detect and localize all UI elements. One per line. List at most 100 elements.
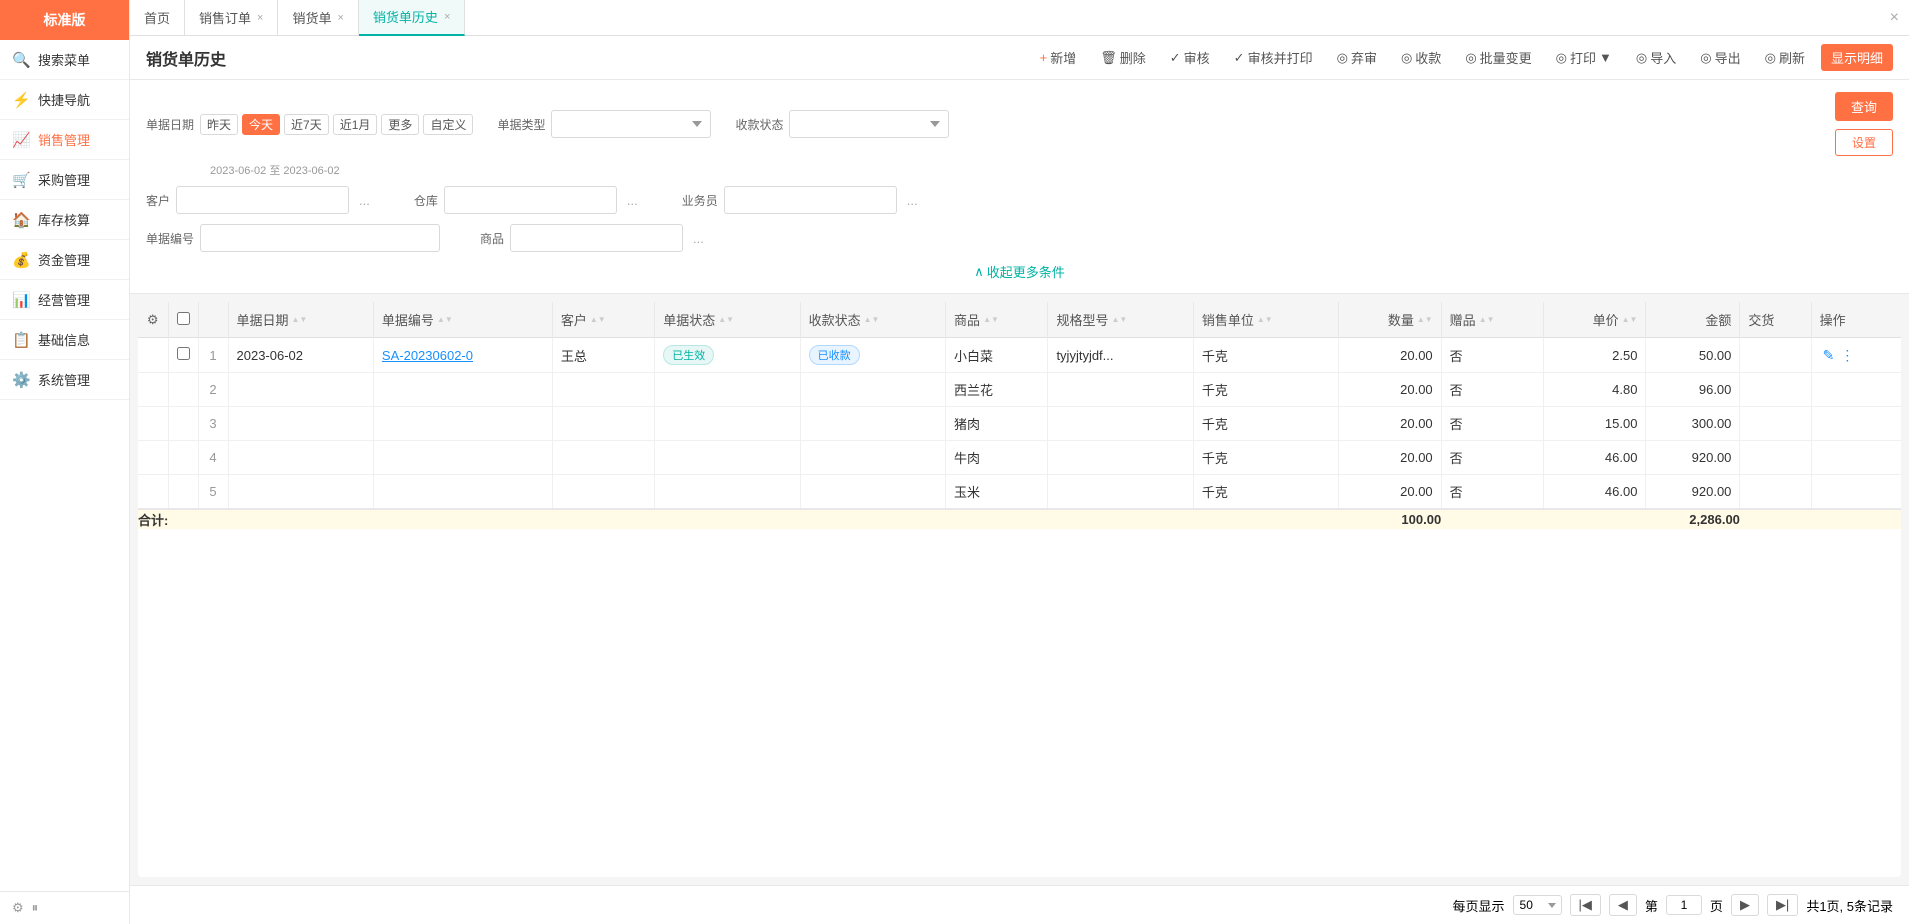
filter-payment-select[interactable] bbox=[789, 110, 949, 138]
th-payment-status[interactable]: 收款状态 ▲▼ bbox=[800, 302, 945, 338]
collect-button[interactable]: ◎ 收款 bbox=[1393, 45, 1449, 70]
sidebar-item-basic-info[interactable]: 📋 基础信息 bbox=[0, 320, 129, 360]
import-button[interactable]: ◎ 导入 bbox=[1628, 45, 1684, 70]
th-customer[interactable]: 客户 ▲▼ bbox=[552, 302, 654, 338]
filter-salesperson-input[interactable] bbox=[724, 186, 897, 214]
close-sales-order-icon[interactable]: × bbox=[257, 12, 263, 24]
th-product[interactable]: 商品 ▲▼ bbox=[946, 302, 1048, 338]
th-doc-no[interactable]: 单据编号 ▲▼ bbox=[373, 302, 552, 338]
row-checkbox-cell[interactable] bbox=[168, 407, 198, 441]
warehouse-ellipsis-btn[interactable]: ... bbox=[623, 193, 642, 208]
new-label: 新增 bbox=[1050, 48, 1076, 67]
print-button[interactable]: ◎ 打印 ▼ bbox=[1548, 45, 1620, 70]
sidebar-item-finance-mgmt[interactable]: 💰 资金管理 bbox=[0, 240, 129, 280]
row-checkbox-cell[interactable] bbox=[168, 373, 198, 407]
row-doc-no[interactable]: SA-20230602-0 bbox=[373, 338, 552, 373]
new-icon: + bbox=[1040, 50, 1048, 65]
row-doc-no[interactable] bbox=[373, 441, 552, 475]
display-detail-button[interactable]: 显示明细 bbox=[1821, 44, 1893, 71]
row-gift: 否 bbox=[1441, 338, 1543, 373]
sidebar-item-system-mgmt[interactable]: ⚙️ 系统管理 bbox=[0, 360, 129, 400]
th-doc-status[interactable]: 单据状态 ▲▼ bbox=[655, 302, 800, 338]
new-button[interactable]: + 新增 bbox=[1032, 45, 1085, 70]
page-input[interactable]: 1 bbox=[1666, 895, 1702, 915]
collapse-filter-btn[interactable]: ∧ 收起更多条件 bbox=[146, 262, 1893, 281]
select-all-checkbox[interactable] bbox=[177, 312, 190, 325]
date-today-btn[interactable]: 今天 bbox=[242, 114, 280, 135]
sidebar-item-sales-mgmt[interactable]: 📈 销售管理 bbox=[0, 120, 129, 160]
tab-sales-delivery[interactable]: 销货单 × bbox=[278, 0, 358, 36]
th-spec-sort: 规格型号 ▲▼ bbox=[1056, 310, 1127, 329]
page-header: 销货单历史 + 新增 🗑 删除 ✓ 审核 ✓ 审核并打印 ◎ 弃审 bbox=[130, 36, 1909, 80]
more-op-btn[interactable]: ⋮ bbox=[1840, 347, 1854, 363]
th-gift[interactable]: 赠品 ▲▼ bbox=[1441, 302, 1543, 338]
th-sale-unit[interactable]: 销售单位 ▲▼ bbox=[1193, 302, 1338, 338]
row-operation[interactable] bbox=[1811, 373, 1901, 407]
audit-print-button[interactable]: ✓ 审核并打印 bbox=[1226, 45, 1321, 70]
row-operation[interactable] bbox=[1811, 475, 1901, 510]
sidebar-item-purchase-mgmt[interactable]: 🛒 采购管理 bbox=[0, 160, 129, 200]
export-button[interactable]: ◎ 导出 bbox=[1692, 45, 1748, 70]
th-doc-date[interactable]: 单据日期 ▲▼ bbox=[228, 302, 373, 338]
sidebar-item-search-menu[interactable]: 🔍 搜索菜单 bbox=[0, 40, 129, 80]
close-sales-history-icon[interactable]: × bbox=[444, 11, 450, 23]
sidebar-item-inventory-calc[interactable]: 🏠 库存核算 bbox=[0, 200, 129, 240]
th-customer-label: 客户 bbox=[561, 310, 587, 329]
sidebar-item-label: 资金管理 bbox=[38, 250, 90, 269]
date-more-btn[interactable]: 更多 bbox=[381, 114, 419, 135]
filter-salesperson-label: 业务员 bbox=[682, 192, 718, 209]
setting-button[interactable]: 设置 bbox=[1835, 129, 1893, 156]
query-button[interactable]: 查询 bbox=[1835, 92, 1893, 121]
total-amount: 2,286.00 bbox=[1646, 509, 1740, 529]
batch-change-button[interactable]: ◎ 批量变更 bbox=[1457, 45, 1539, 70]
biz-mgmt-icon: 📊 bbox=[12, 291, 30, 309]
row-doc-no[interactable] bbox=[373, 407, 552, 441]
th-settings[interactable]: ⚙ bbox=[138, 302, 168, 338]
row-doc-no[interactable] bbox=[373, 475, 552, 510]
prev-page-btn[interactable]: ◀ bbox=[1609, 894, 1637, 916]
date-custom-btn[interactable]: 自定义 bbox=[423, 114, 473, 135]
filter-docno-input[interactable] bbox=[200, 224, 440, 252]
refresh-button[interactable]: ◎ 刷新 bbox=[1757, 45, 1813, 70]
product-ellipsis-btn[interactable]: ... bbox=[689, 231, 708, 246]
filter-warehouse-input[interactable] bbox=[444, 186, 617, 214]
audit-button[interactable]: ✓ 审核 bbox=[1162, 45, 1218, 70]
last-page-btn[interactable]: ▶| bbox=[1767, 894, 1798, 916]
row-checkbox[interactable] bbox=[177, 347, 190, 360]
tab-sales-order[interactable]: 销售订单 × bbox=[185, 0, 278, 36]
tab-home[interactable]: 首页 bbox=[130, 0, 185, 36]
th-checkbox[interactable] bbox=[168, 302, 198, 338]
salesperson-ellipsis-btn[interactable]: ... bbox=[903, 193, 922, 208]
delete-button[interactable]: 🗑 删除 bbox=[1092, 45, 1154, 70]
row-checkbox-cell[interactable] bbox=[168, 441, 198, 475]
th-quantity[interactable]: 数量 ▲▼ bbox=[1339, 302, 1441, 338]
customer-ellipsis-btn[interactable]: ... bbox=[355, 193, 374, 208]
sidebar-item-quick-nav[interactable]: ⚡ 快捷导航 bbox=[0, 80, 129, 120]
th-unit-price[interactable]: 单价 ▲▼ bbox=[1544, 302, 1646, 338]
th-spec[interactable]: 规格型号 ▲▼ bbox=[1048, 302, 1193, 338]
tab-sales-history[interactable]: 销货单历史 × bbox=[359, 0, 465, 36]
date-7days-btn[interactable]: 近7天 bbox=[284, 114, 329, 135]
row-operation[interactable] bbox=[1811, 441, 1901, 475]
doc-no-link[interactable]: SA-20230602-0 bbox=[382, 348, 473, 363]
filter-doctype-select[interactable] bbox=[551, 110, 711, 138]
row-operation[interactable]: ✎⋮ bbox=[1811, 338, 1901, 373]
date-1month-btn[interactable]: 近1月 bbox=[333, 114, 378, 135]
row-checkbox-cell[interactable] bbox=[168, 338, 198, 373]
doc-no-sort-icon: ▲▼ bbox=[437, 316, 453, 324]
row-doc-no[interactable] bbox=[373, 373, 552, 407]
row-checkbox-cell[interactable] bbox=[168, 475, 198, 510]
row-operation[interactable] bbox=[1811, 407, 1901, 441]
filter-customer-input[interactable] bbox=[176, 186, 349, 214]
close-all-tabs-btn[interactable]: × bbox=[1880, 9, 1909, 27]
first-page-btn[interactable]: |◀ bbox=[1570, 894, 1601, 916]
date-yesterday-btn[interactable]: 昨天 bbox=[200, 114, 238, 135]
filter-product-input[interactable] bbox=[510, 224, 683, 252]
next-page-btn[interactable]: ▶ bbox=[1731, 894, 1759, 916]
row-product: 玉米 bbox=[946, 475, 1048, 510]
per-page-select[interactable]: 50 100 bbox=[1513, 895, 1562, 915]
edit-op-btn[interactable]: ✎ bbox=[1823, 347, 1835, 363]
close-sales-delivery-icon[interactable]: × bbox=[337, 12, 343, 24]
abandon-button[interactable]: ◎ 弃审 bbox=[1329, 45, 1385, 70]
sidebar-item-biz-mgmt[interactable]: 📊 经营管理 bbox=[0, 280, 129, 320]
